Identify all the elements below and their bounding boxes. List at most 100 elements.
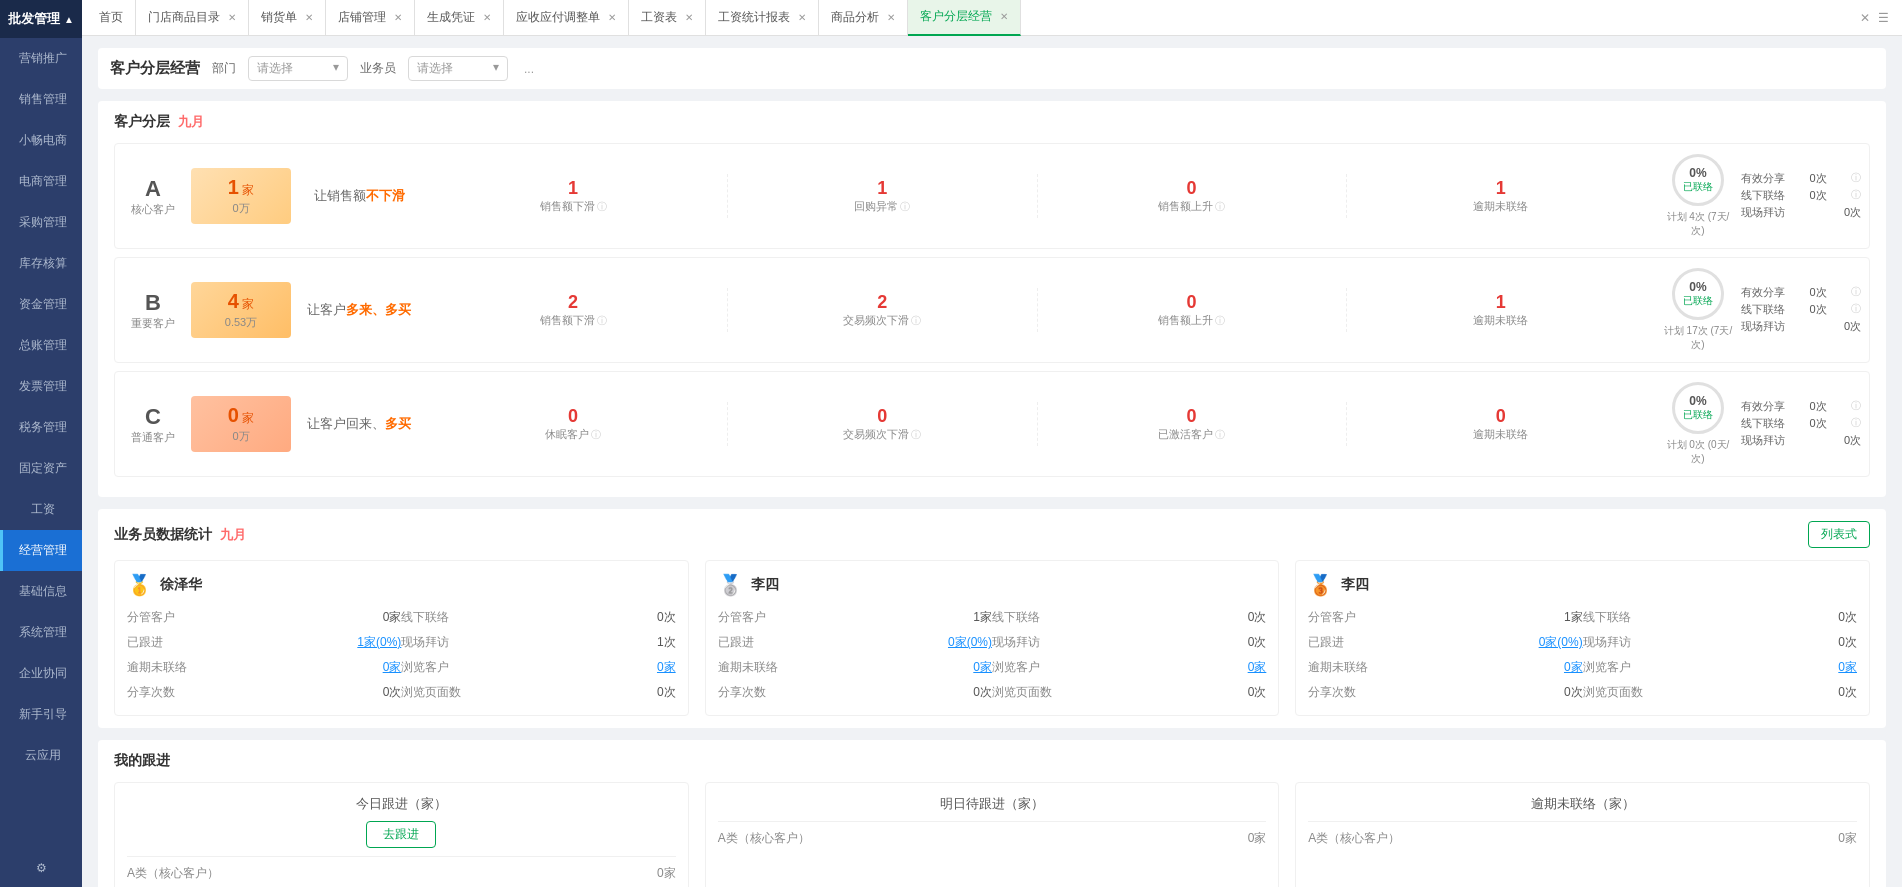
tier-a-stats: 1 销售额下滑 ⓘ 1 回购异常 ⓘ 0 <box>419 174 1655 218</box>
info-icon[interactable]: ⓘ <box>1851 188 1861 202</box>
staff-select[interactable]: 请选择 ▾ <box>408 56 508 81</box>
tab-close-icon[interactable]: ✕ <box>887 12 895 23</box>
gear-icon: ⚙ <box>36 861 47 875</box>
tab-close-icon[interactable]: ✕ <box>608 12 616 23</box>
tier-b-stat-1[interactable]: 2 交易频次下滑 ⓘ <box>728 288 1037 332</box>
info-icon[interactable]: ⓘ <box>1851 399 1861 413</box>
rs-item-0: 有效分享 0次 ⓘ <box>1741 399 1861 414</box>
divider <box>1308 821 1857 822</box>
tab-close-icon[interactable]: ✕ <box>483 12 491 23</box>
sidebar-item-ecommerce-small[interactable]: 小畅电商 <box>0 120 82 161</box>
tier-row-c: C 普通客户 0 家 0万 让客户回来、多买 0 <box>114 371 1870 477</box>
sidebar-item-invoice[interactable]: 发票管理 <box>0 366 82 407</box>
sidebar-item-basics[interactable]: 基础信息 <box>0 571 82 612</box>
tab-close-icon[interactable]: ✕ <box>685 12 693 23</box>
tab-product-analysis[interactable]: 商品分析 ✕ <box>819 0 908 36</box>
sidebar-item-assets[interactable]: 固定资产 <box>0 448 82 489</box>
tab-payroll-table[interactable]: 工资表 ✕ <box>629 0 706 36</box>
sidebar-item-tax[interactable]: 税务管理 <box>0 407 82 448</box>
sidebar-item-system[interactable]: 系统管理 <box>0 612 82 653</box>
sidebar-item-payroll[interactable]: 工资 <box>0 489 82 530</box>
tier-c-stat-1[interactable]: 0 交易频次下滑 ⓘ <box>728 402 1037 446</box>
info-icon[interactable]: ⓘ <box>591 428 601 442</box>
info-icon[interactable]: ⓘ <box>911 428 921 442</box>
sidebar-item-ledger[interactable]: 总账管理 <box>0 325 82 366</box>
tier-b-stat-3[interactable]: 1 逾期未联络 <box>1347 288 1655 332</box>
sidebar-settings-button[interactable]: ⚙ <box>0 849 82 887</box>
a-tier-core-val-2: 0家 <box>1248 830 1267 847</box>
tab-store-manage[interactable]: 店铺管理 ✕ <box>326 0 415 36</box>
a-tier-core-label-3: A类（核心客户） <box>1308 830 1400 847</box>
info-icon[interactable]: ⓘ <box>1851 416 1861 430</box>
tab-store-products[interactable]: 门店商品目录 ✕ <box>136 0 249 36</box>
tier-a-stat-1[interactable]: 1 回购异常 ⓘ <box>728 174 1037 218</box>
info-icon[interactable]: ⓘ <box>1215 428 1225 442</box>
tab-close-icon[interactable]: ✕ <box>394 12 402 23</box>
sidebar: 批发管理 ▲ 营销推广 销售管理 小畅电商 电商管理 采购管理 库存核算 资金管… <box>0 0 82 887</box>
sidebar-item-purchase[interactable]: 采购管理 <box>0 202 82 243</box>
follow-box-tomorrow: 明日待跟进（家） A类（核心客户） 0家 <box>705 782 1280 887</box>
biz-card-0: 🥇 徐泽华 分管客户 0家 线下联络 0次 已跟进 <box>114 560 689 716</box>
chevron-down-icon: ▾ <box>333 60 339 74</box>
sidebar-item-guide[interactable]: 新手引导 <box>0 694 82 735</box>
tier-a-stat-0[interactable]: 1 销售额下滑 ⓘ <box>419 174 728 218</box>
info-icon[interactable]: ⓘ <box>1215 314 1225 328</box>
dept-select[interactable]: 请选择 ▾ <box>248 56 348 81</box>
tier-b-count-box[interactable]: 4 家 0.53万 <box>191 282 291 338</box>
tab-close-icon[interactable]: ✕ <box>798 12 806 23</box>
sidebar-item-inventory[interactable]: 库存核算 <box>0 243 82 284</box>
tier-b-stat-2[interactable]: 0 销售额上升 ⓘ <box>1038 288 1347 332</box>
tab-close-icon-active[interactable]: ✕ <box>1000 11 1008 22</box>
tier-b-stats: 2 销售额下滑 ⓘ 2 交易频次下滑 ⓘ 0 <box>419 288 1655 332</box>
sidebar-top-item[interactable]: 批发管理 ▲ <box>0 0 82 38</box>
tab-menu-icon[interactable]: ☰ <box>1878 11 1889 25</box>
sidebar-item-marketing[interactable]: 营销推广 <box>0 38 82 79</box>
list-view-button[interactable]: 列表式 <box>1808 521 1870 548</box>
biz-row: 现场拜访 0次 <box>1583 632 1857 653</box>
medal-bronze-icon: 🥉 <box>1308 573 1333 597</box>
tier-a-stat-2[interactable]: 0 销售额上升 ⓘ <box>1038 174 1347 218</box>
goto-followup-button[interactable]: 去跟进 <box>366 821 436 848</box>
biz-row: 浏览客户 0家 <box>1583 657 1857 678</box>
tier-a-count-box[interactable]: 1 家 0万 <box>191 168 291 224</box>
tab-gen-voucher[interactable]: 生成凭证 ✕ <box>415 0 504 36</box>
tab-customer-tier[interactable]: 客户分层经营 ✕ <box>908 0 1021 36</box>
more-options-button[interactable]: ... <box>524 62 534 76</box>
info-icon[interactable]: ⓘ <box>597 200 607 214</box>
page-header: 客户分层经营 部门 请选择 ▾ 业务员 请选择 ▾ ... <box>98 48 1886 89</box>
tier-c-stat-3[interactable]: 0 逾期未联络 <box>1347 402 1655 446</box>
sidebar-item-collab[interactable]: 企业协同 <box>0 653 82 694</box>
sidebar-collapse-icon[interactable]: ▲ <box>64 14 74 25</box>
sidebar-item-finance[interactable]: 资金管理 <box>0 284 82 325</box>
biz-rows-0: 分管客户 0家 线下联络 0次 已跟进 1家(0%) 现场拜访 <box>127 607 676 703</box>
info-icon[interactable]: ⓘ <box>597 314 607 328</box>
tier-a-stat-3[interactable]: 1 逾期未联络 <box>1347 174 1655 218</box>
info-icon[interactable]: ⓘ <box>1851 302 1861 316</box>
tier-b-stat-0[interactable]: 2 销售额下滑 ⓘ <box>419 288 728 332</box>
info-icon[interactable]: ⓘ <box>911 314 921 328</box>
follow-tomorrow-sub: A类（核心客户） 0家 <box>718 830 1267 847</box>
tab-ar-ap[interactable]: 应收应付调整单 ✕ <box>504 0 629 36</box>
sidebar-item-operations[interactable]: 经营管理 <box>0 530 82 571</box>
tab-home[interactable]: 首页 <box>87 0 136 36</box>
follow-section: 我的跟进 今日跟进（家） 去跟进 A类（核心客户） 0家 明日待跟进（家） <box>98 740 1886 887</box>
tier-c-count-box[interactable]: 0 家 0万 <box>191 396 291 452</box>
info-icon[interactable]: ⓘ <box>1215 200 1225 214</box>
tab-close-icon[interactable]: ✕ <box>228 12 236 23</box>
sidebar-item-cloud[interactable]: 云应用 <box>0 735 82 776</box>
tier-c-label: C 普通客户 <box>123 404 183 445</box>
tier-c-stat-2[interactable]: 0 已激活客户 ⓘ <box>1038 402 1347 446</box>
tab-payroll-report[interactable]: 工资统计报表 ✕ <box>706 0 819 36</box>
tier-c-stat-0[interactable]: 0 休眠客户 ⓘ <box>419 402 728 446</box>
tab-sales-order[interactable]: 销货单 ✕ <box>249 0 326 36</box>
info-icon[interactable]: ⓘ <box>1851 171 1861 185</box>
sidebar-item-ecommerce[interactable]: 电商管理 <box>0 161 82 202</box>
sidebar-item-sales[interactable]: 销售管理 <box>0 79 82 120</box>
info-icon[interactable]: ⓘ <box>900 200 910 214</box>
biz-row: 逾期未联络 0家 <box>718 657 992 678</box>
tab-close-icon[interactable]: ✕ <box>305 12 313 23</box>
biz-row: 浏览客户 0家 <box>401 657 675 678</box>
info-icon[interactable]: ⓘ <box>1851 285 1861 299</box>
tab-close-all-icon[interactable]: ✕ <box>1860 11 1870 25</box>
biz-section-title: 业务员数据统计 <box>114 526 212 544</box>
